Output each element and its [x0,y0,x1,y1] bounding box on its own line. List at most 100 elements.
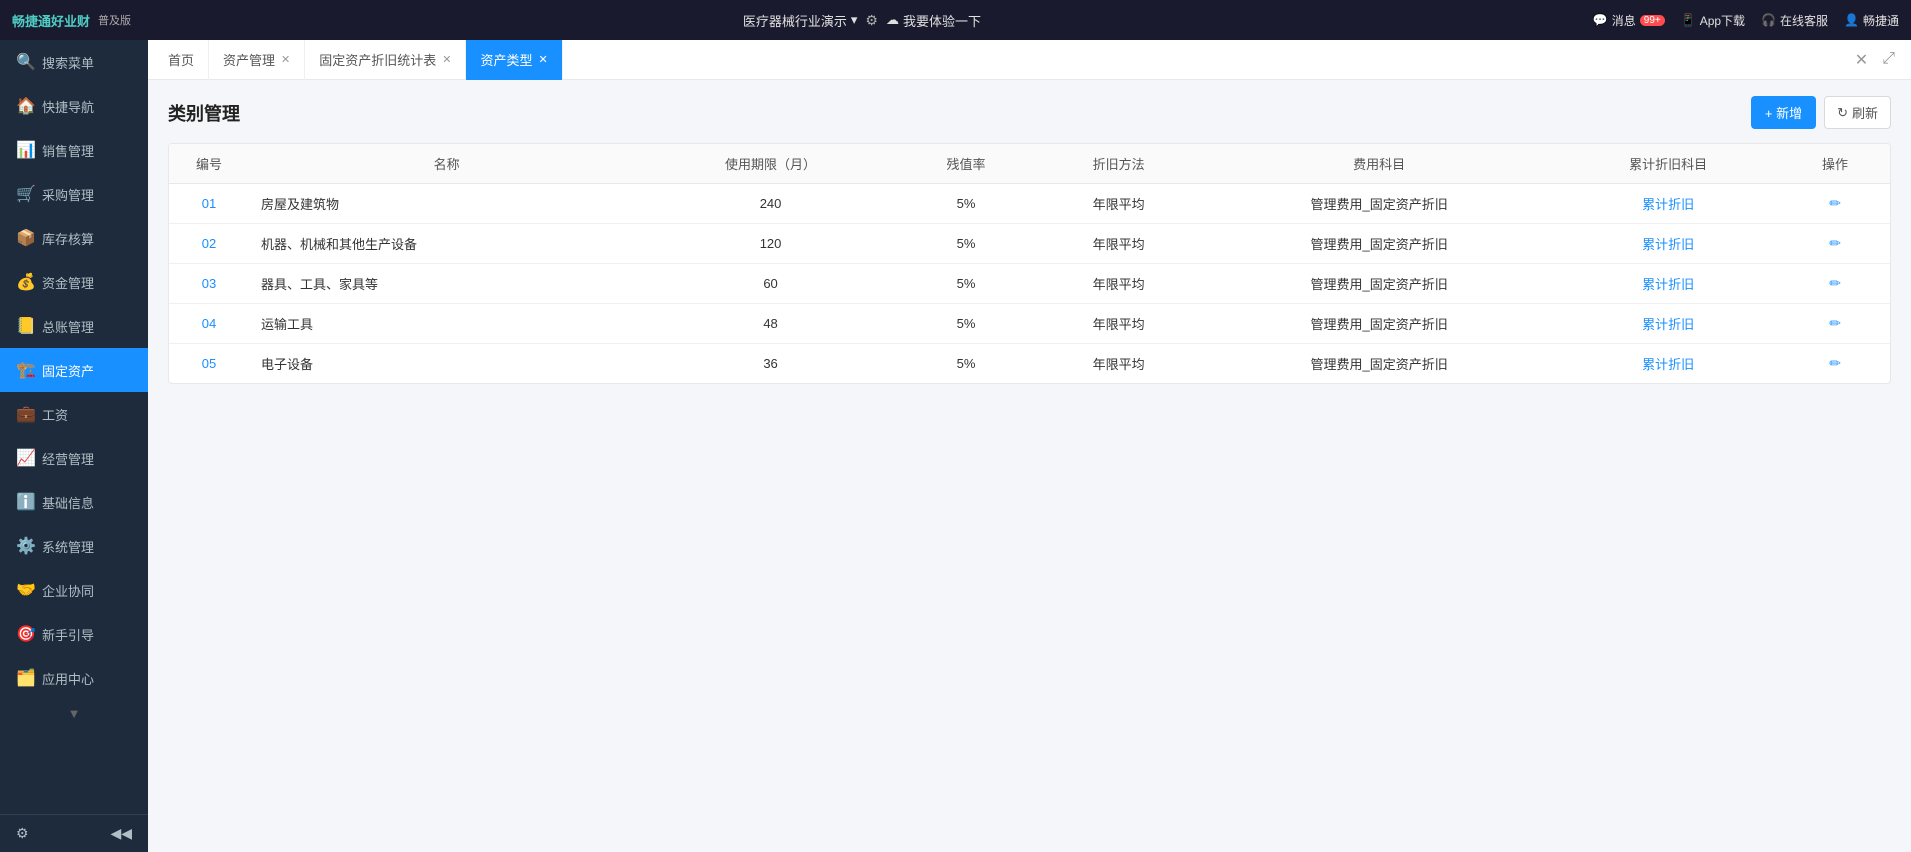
basic-info-icon: ℹ️ [16,492,34,512]
table-row: 05 电子设备 36 5% 年限平均 管理费用_固定资产折旧 累计折旧 ✏ [169,344,1890,384]
sidebar-label-guide: 新手引导 [42,625,94,644]
accumulated-link[interactable]: 累计折旧 [1642,317,1694,332]
message-button[interactable]: 💬 消息 99+ [1593,12,1665,29]
sidebar-item-quick-nav[interactable]: 🏠 快捷导航 [0,84,148,128]
cell-name: 运输工具 [249,304,644,344]
tab-depreciation-table[interactable]: 固定资产折旧统计表 ✕ [305,40,466,80]
col-action: 操作 [1780,144,1890,184]
sidebar-item-basic-info[interactable]: ℹ️ 基础信息 [0,480,148,524]
table-row: 03 器具、工具、家具等 60 5% 年限平均 管理费用_固定资产折旧 累计折旧… [169,264,1890,304]
capital-icon: 💰 [16,272,34,292]
new-button[interactable]: + 新增 [1751,96,1816,129]
cell-period: 60 [644,264,897,304]
topbar: 畅捷通好业财 普及版 医疗器械行业演示 ▾ ⚙ ☁ 我要体验一下 💬 消息 99… [0,0,1911,40]
tab-asset-mgmt[interactable]: 资产管理 ✕ [209,40,305,80]
sidebar-item-sales[interactable]: 📊 销售管理 [0,128,148,172]
sidebar-label-payroll: 工资 [42,405,68,424]
edit-icon[interactable]: ✏ [1829,195,1841,211]
message-icon: 💬 [1593,13,1608,27]
cell-accumulated: 累计折旧 [1556,224,1780,264]
tab-expand-buttons: ✕ ⤢ [1851,50,1899,70]
edit-icon[interactable]: ✏ [1829,235,1841,251]
main-area: 首页 资产管理 ✕ 固定资产折旧统计表 ✕ 资产类型 ✕ ✕ ⤢ 类别管理 [148,40,1911,852]
tab-home[interactable]: 首页 [160,40,209,80]
cell-method: 年限平均 [1035,264,1202,304]
sidebar-scroll-down[interactable]: ▼ [0,700,148,727]
sidebar-item-app-center[interactable]: 🗂️ 应用中心 [0,656,148,700]
tab-asset-type[interactable]: 资产类型 ✕ [466,40,562,80]
toolbar: + 新增 ↻ 刷新 [1751,96,1891,129]
sidebar: 🔍 搜索菜单 🏠 快捷导航 📊 销售管理 🛒 采购管理 📦 库存核算 💰 资金管… [0,40,148,852]
sidebar-settings-icon[interactable]: ⚙ [16,825,29,842]
accumulated-link[interactable]: 累计折旧 [1642,197,1694,212]
row-id-link[interactable]: 03 [202,276,216,291]
cell-period: 48 [644,304,897,344]
col-name: 名称 [249,144,644,184]
online-service-button[interactable]: 🎧 在线客服 [1761,12,1828,29]
cell-name: 器具、工具、家具等 [249,264,644,304]
settings-icon[interactable]: ⚙ [865,12,878,29]
cell-residual: 5% [897,304,1035,344]
edit-icon[interactable]: ✏ [1829,275,1841,291]
sidebar-item-inventory[interactable]: 📦 库存核算 [0,216,148,260]
sidebar-item-fixed-asset[interactable]: 🏗️ 固定资产 [0,348,148,392]
feedback-button[interactable]: ☁ 我要体验一下 [886,11,981,30]
tab-minimize-icon[interactable]: ✕ [1851,50,1872,70]
table-row: 04 运输工具 48 5% 年限平均 管理费用_固定资产折旧 累计折旧 ✏ [169,304,1890,344]
sidebar-item-operations[interactable]: 📈 经营管理 [0,436,148,480]
app-download-button[interactable]: 📱 App下载 [1681,12,1745,29]
sidebar-item-search[interactable]: 🔍 搜索菜单 [0,40,148,84]
cell-id: 02 [169,224,249,264]
row-id-link[interactable]: 05 [202,356,216,371]
row-id-link[interactable]: 04 [202,316,216,331]
system-icon: ⚙️ [16,536,34,556]
tab-asset-type-close[interactable]: ✕ [539,53,548,66]
cell-action: ✏ [1780,224,1890,264]
app-download-label: App下载 [1700,12,1745,29]
table-row: 02 机器、机械和其他生产设备 120 5% 年限平均 管理费用_固定资产折旧 … [169,224,1890,264]
accumulated-link[interactable]: 累计折旧 [1642,277,1694,292]
sidebar-item-system[interactable]: ⚙️ 系统管理 [0,524,148,568]
refresh-label: 刷新 [1852,103,1878,122]
sidebar-label-app-center: 应用中心 [42,669,94,688]
row-id-link[interactable]: 02 [202,236,216,251]
company-name: 医疗器械行业演示 [743,11,847,30]
sidebar-item-payroll[interactable]: 💼 工资 [0,392,148,436]
edit-icon[interactable]: ✏ [1829,315,1841,331]
user-info[interactable]: 👤 畅捷通 [1844,12,1899,29]
cell-accumulated: 累计折旧 [1556,184,1780,224]
tab-maximize-icon[interactable]: ⤢ [1878,50,1899,70]
cell-method: 年限平均 [1035,224,1202,264]
sidebar-item-ledger[interactable]: 📒 总账管理 [0,304,148,348]
col-accumulated: 累计折旧科目 [1556,144,1780,184]
username: 畅捷通 [1863,12,1899,29]
app-name: 畅捷通好业财 [12,14,90,29]
cell-period: 120 [644,224,897,264]
sidebar-item-guide[interactable]: 🎯 新手引导 [0,612,148,656]
refresh-button[interactable]: ↻ 刷新 [1824,96,1891,129]
sidebar-collapse-icon[interactable]: ◀◀ [110,825,132,842]
chevron-down-icon: ▾ [851,12,858,28]
company-selector[interactable]: 医疗器械行业演示 ▾ [743,11,858,30]
sidebar-item-capital[interactable]: 💰 资金管理 [0,260,148,304]
tab-depreciation-close[interactable]: ✕ [442,53,451,66]
sidebar-label-ledger: 总账管理 [42,317,94,336]
topbar-right: 💬 消息 99+ 📱 App下载 🎧 在线客服 👤 畅捷通 [1593,12,1899,29]
cell-expense: 管理费用_固定资产折旧 [1202,304,1556,344]
col-id: 编号 [169,144,249,184]
guide-icon: 🎯 [16,624,34,644]
cell-accumulated: 累计折旧 [1556,344,1780,384]
inventory-icon: 📦 [16,228,34,248]
accumulated-link[interactable]: 累计折旧 [1642,237,1694,252]
accumulated-link[interactable]: 累计折旧 [1642,357,1694,372]
row-id-link[interactable]: 01 [202,196,216,211]
tab-asset-mgmt-close[interactable]: ✕ [281,53,290,66]
sidebar-label-system: 系统管理 [42,537,94,556]
sidebar-item-collaboration[interactable]: 🤝 企业协同 [0,568,148,612]
sidebar-item-purchase[interactable]: 🛒 采购管理 [0,172,148,216]
tab-depreciation-label: 固定资产折旧统计表 [319,50,436,69]
operations-icon: 📈 [16,448,34,468]
sidebar-label-search: 搜索菜单 [42,53,94,72]
app-logo: 畅捷通好业财 [12,11,90,30]
edit-icon[interactable]: ✏ [1829,355,1841,371]
